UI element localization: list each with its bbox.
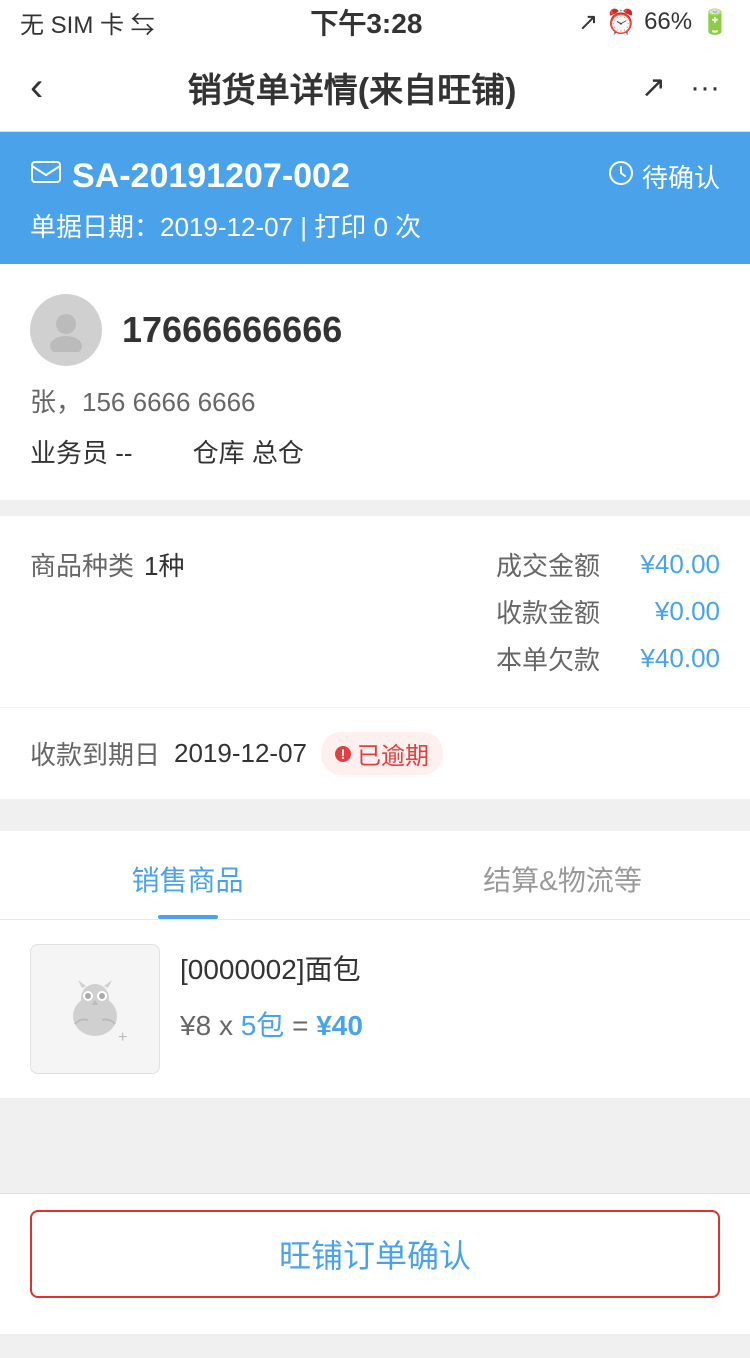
svg-text:+: +	[118, 1029, 127, 1044]
nav-bar: ‹ 销货单详情(来自旺铺) ↗ ···	[0, 44, 750, 132]
amount-label: 成交金额	[496, 546, 600, 583]
salesperson-field: 业务员 --	[30, 433, 133, 470]
order-header-banner: SA-20191207-002 待确认 单据日期：2019-12-07 | 打印…	[0, 132, 750, 264]
alarm-icon: ⏰	[606, 8, 636, 37]
summary-section: 商品种类 1种 成交金额 ¥40.00 收款金额 ¥0.00 本单欠款 ¥40.…	[0, 516, 750, 707]
salesperson-value: --	[115, 438, 132, 468]
owed-row: 本单欠款 ¥40.00	[496, 640, 720, 677]
product-name: [0000002]面包	[180, 948, 720, 988]
received-value: ¥0.00	[620, 596, 720, 627]
amount-summary: 成交金额 ¥40.00 收款金额 ¥0.00 本单欠款 ¥40.00	[496, 546, 720, 677]
battery-label: 66%	[644, 8, 692, 36]
product-qty: 5包	[241, 1010, 285, 1041]
product-multiply: x	[219, 1010, 241, 1041]
product-info: [0000002]面包 ¥8 x 5包 = ¥40	[180, 944, 720, 1044]
owed-label: 本单欠款	[496, 640, 600, 677]
tab-settlement[interactable]: 结算&物流等	[375, 831, 750, 919]
section-divider-2	[0, 799, 750, 815]
amount-row: 成交金额 ¥40.00	[496, 546, 720, 583]
tabs-bar: 销售商品 结算&物流等	[0, 831, 750, 920]
nav-actions: ↗ ···	[641, 70, 720, 105]
tab-sales-product[interactable]: 销售商品	[0, 831, 375, 919]
section-divider-1	[0, 500, 750, 516]
product-type-label: 商品种类	[30, 546, 134, 583]
due-date-value: 2019-12-07	[174, 738, 307, 769]
product-type-value: 1种	[144, 546, 184, 583]
warehouse-field: 仓库 总仓	[193, 433, 304, 470]
order-id: SA-20191207-002	[30, 156, 350, 197]
due-date-section: 收款到期日 2019-12-07 ! 已逾期	[0, 707, 750, 799]
status-bar-left: 无 SIM 卡 ⇆	[20, 5, 155, 40]
customer-avatar	[30, 294, 102, 366]
product-price-row: ¥8 x 5包 = ¥40	[180, 1004, 720, 1044]
product-total: ¥40	[316, 1010, 363, 1041]
product-equals: =	[292, 1010, 316, 1041]
customer-name-phone: 张，156 6666 6666	[30, 382, 720, 419]
status-bar-right: ↗ ⏰ 66% 🔋	[578, 8, 730, 37]
order-date-print: 单据日期：2019-12-07 | 打印 0 次	[30, 207, 720, 244]
order-icon	[30, 156, 62, 197]
product-image: +	[30, 944, 160, 1074]
owed-value: ¥40.00	[620, 643, 720, 674]
wangpu-confirm-button[interactable]: 旺铺订单确认	[30, 1210, 720, 1298]
product-item: + [0000002]面包 ¥8 x 5包 = ¥40	[30, 944, 720, 1074]
overdue-text: 已逾期	[357, 736, 429, 771]
share-icon[interactable]: ↗	[641, 70, 666, 105]
amount-value: ¥40.00	[620, 549, 720, 580]
overdue-badge: ! 已逾期	[321, 732, 443, 775]
due-date-label: 收款到期日	[30, 735, 160, 772]
warehouse-label: 仓库	[193, 438, 245, 468]
sim-label: 无 SIM 卡 ⇆	[20, 5, 155, 40]
received-label: 收款金额	[496, 593, 600, 630]
product-list: + [0000002]面包 ¥8 x 5包 = ¥40	[0, 920, 750, 1098]
status-bar-time: 下午3:28	[310, 2, 422, 42]
received-row: 收款金额 ¥0.00	[496, 593, 720, 630]
warehouse-value: 总仓	[252, 438, 304, 468]
product-type-group: 商品种类 1种	[30, 546, 496, 583]
location-icon: ↗	[578, 8, 598, 37]
more-icon[interactable]: ···	[690, 71, 720, 105]
overdue-dot-icon: !	[335, 746, 351, 762]
customer-section: 17666666666 张，156 6666 6666 业务员 -- 仓库 总仓	[0, 264, 750, 500]
customer-phone: 17666666666	[122, 309, 342, 351]
product-price: ¥8	[180, 1010, 211, 1041]
status-bar: 无 SIM 卡 ⇆ 下午3:28 ↗ ⏰ 66% 🔋	[0, 0, 750, 44]
back-button[interactable]: ‹	[30, 65, 63, 110]
battery-icon: 🔋	[700, 8, 730, 37]
bottom-bar: 旺铺订单确认	[0, 1193, 750, 1334]
clock-icon	[608, 160, 634, 193]
customer-meta: 业务员 -- 仓库 总仓	[30, 433, 720, 470]
page-title: 销货单详情(来自旺铺)	[63, 63, 641, 112]
order-status: 待确认	[608, 158, 720, 195]
salesperson-label: 业务员	[30, 438, 108, 468]
